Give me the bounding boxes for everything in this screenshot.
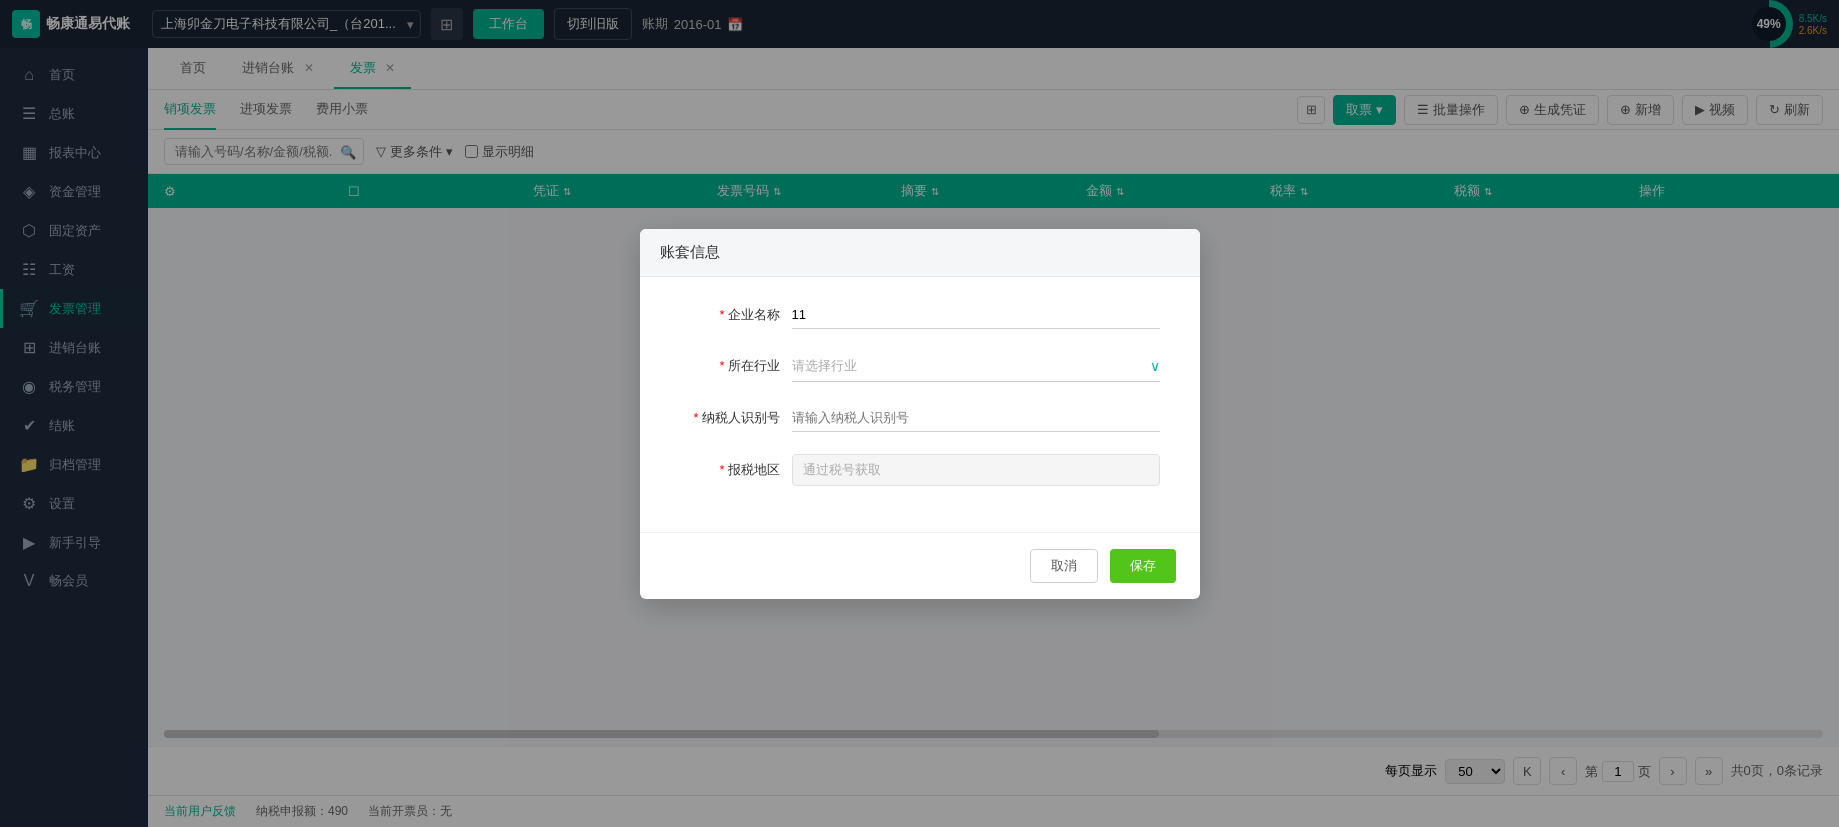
industry-label: 所在行业 bbox=[680, 357, 780, 375]
dialog-title: 账套信息 bbox=[660, 243, 720, 260]
save-button[interactable]: 保存 bbox=[1110, 549, 1176, 583]
dialog-body: 企业名称 所在行业 请选择行业 ∨ 纳税人识别号 报税地区 通过税号获取 bbox=[640, 277, 1200, 532]
tax-region-row: 报税地区 通过税号获取 bbox=[680, 454, 1160, 486]
company-name-label: 企业名称 bbox=[680, 306, 780, 324]
tax-id-label: 纳税人识别号 bbox=[680, 409, 780, 427]
dialog-header: 账套信息 bbox=[640, 229, 1200, 277]
account-info-dialog: 账套信息 企业名称 所在行业 请选择行业 ∨ 纳税人识别号 bbox=[640, 229, 1200, 599]
tax-region-readonly: 通过税号获取 bbox=[792, 454, 1160, 486]
tax-id-row: 纳税人识别号 bbox=[680, 404, 1160, 432]
dialog-overlay: 账套信息 企业名称 所在行业 请选择行业 ∨ 纳税人识别号 bbox=[0, 0, 1839, 827]
industry-select[interactable]: 请选择行业 ∨ bbox=[792, 351, 1160, 382]
tax-region-label: 报税地区 bbox=[680, 461, 780, 479]
company-name-input[interactable] bbox=[792, 301, 1160, 329]
company-name-row: 企业名称 bbox=[680, 301, 1160, 329]
dialog-footer: 取消 保存 bbox=[640, 532, 1200, 599]
industry-row: 所在行业 请选择行业 ∨ bbox=[680, 351, 1160, 382]
industry-placeholder: 请选择行业 bbox=[792, 357, 1150, 375]
tax-id-input[interactable] bbox=[792, 404, 1160, 432]
industry-arrow-icon: ∨ bbox=[1150, 358, 1160, 374]
cancel-button[interactable]: 取消 bbox=[1030, 549, 1098, 583]
